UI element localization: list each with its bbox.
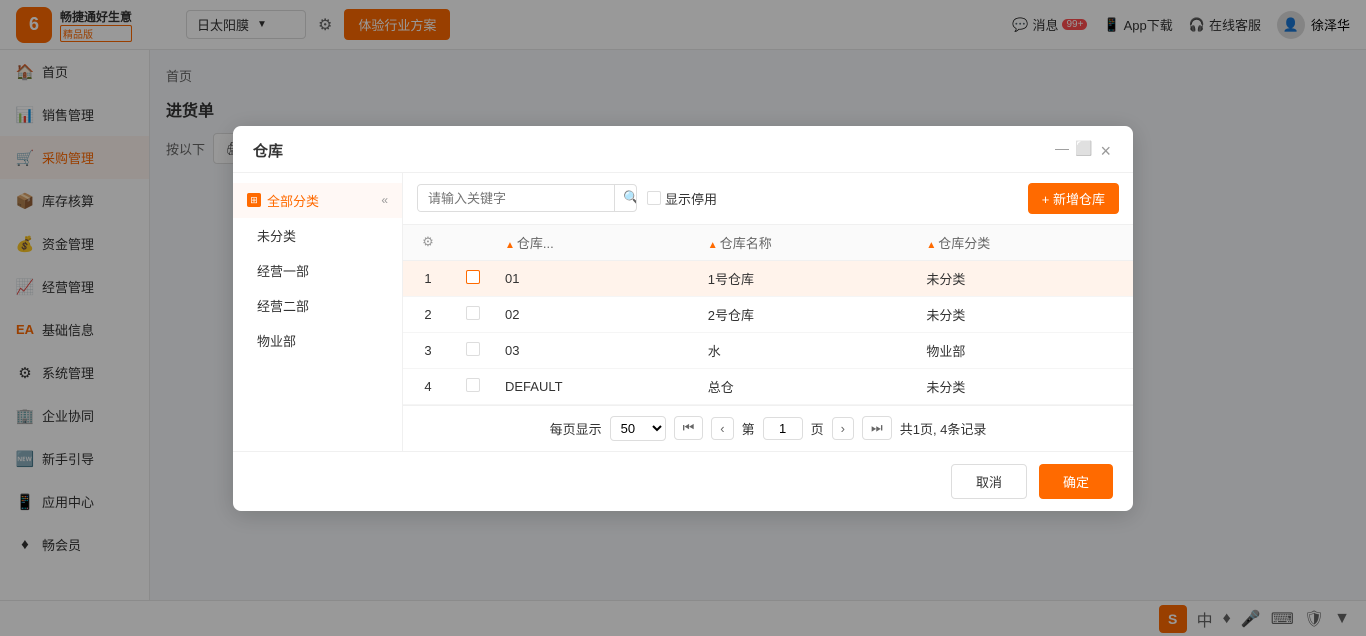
row-checkbox[interactable] [466,270,480,284]
td-name: 2号仓库 [696,296,915,332]
maximize-icon[interactable]: ⬜ [1075,140,1092,162]
td-num: 4 [403,368,453,404]
data-table: ⚙ ▲仓库... ▲仓库名称 ▲仓库分类 1 01 [403,225,1133,405]
modal-body: ⊞ 全部分类 « 未分类 经营一部 经营二部 物业部 🔍 [233,173,1133,451]
search-button[interactable]: 🔍 [614,185,637,211]
add-warehouse-button[interactable]: + 新增仓库 [1028,183,1119,214]
td-category: 未分类 [914,368,1133,404]
th-name[interactable]: ▲仓库名称 [696,225,915,261]
total-info: 共1页, 4条记录 [900,419,987,438]
table-row[interactable]: 3 03 水 物业部 [403,332,1133,368]
th-category[interactable]: ▲仓库分类 [914,225,1133,261]
sort-code-icon: ▲ [505,240,515,251]
table-header-row: ⚙ ▲仓库... ▲仓库名称 ▲仓库分类 [403,225,1133,261]
search-input[interactable] [418,186,614,211]
td-category: 未分类 [914,296,1133,332]
td-name: 水 [696,332,915,368]
per-page-select[interactable]: 50 20 100 [610,416,666,441]
category-all-item[interactable]: ⊞ 全部分类 « [233,183,402,218]
row-checkbox[interactable] [466,342,480,356]
cancel-button[interactable]: 取消 [951,464,1027,499]
td-category: 未分类 [914,260,1133,296]
show-disabled-checkbox[interactable] [647,191,661,205]
th-settings[interactable]: ⚙ [403,225,453,261]
td-num: 2 [403,296,453,332]
first-page-button[interactable]: ⏮ [674,416,704,440]
warehouse-modal: 仓库 — ⬜ × ⊞ 全部分类 « 未分类 经营一部 经营二部 物业部 [233,126,1133,511]
page-label: 第 [742,419,755,438]
row-checkbox[interactable] [466,306,480,320]
td-code: 02 [493,296,696,332]
last-page-button[interactable]: ⏭ [862,416,892,440]
prev-page-button[interactable]: ‹ [711,417,733,440]
collapse-icon[interactable]: « [381,193,388,207]
td-num: 3 [403,332,453,368]
table-toolbar: 🔍 显示停用 + 新增仓库 [403,173,1133,225]
pagination-bar: 每页显示 50 20 100 ⏮ ‹ 第 页 › ⏭ 共1页, 4条记录 [403,405,1133,451]
category-all-label: 全部分类 [267,191,319,210]
category-panel: ⊞ 全部分类 « 未分类 经营一部 经营二部 物业部 [233,173,403,451]
next-page-button[interactable]: › [832,417,854,440]
td-code: 01 [493,260,696,296]
td-num: 1 [403,260,453,296]
td-check[interactable] [453,368,493,404]
show-disabled-label[interactable]: 显示停用 [647,189,717,208]
sort-category-icon: ▲ [926,240,936,251]
modal-header: 仓库 — ⬜ × [233,126,1133,173]
category-item-property[interactable]: 物业部 [233,323,402,358]
page-input[interactable] [763,417,803,440]
td-code: 03 [493,332,696,368]
search-input-wrap: 🔍 [417,184,637,212]
td-category: 物业部 [914,332,1133,368]
category-item-op2[interactable]: 经营二部 [233,288,402,323]
window-controls: — ⬜ × [1055,140,1113,162]
td-check[interactable] [453,332,493,368]
row-checkbox[interactable] [466,378,480,392]
table-row[interactable]: 1 01 1号仓库 未分类 [403,260,1133,296]
minimize-icon[interactable]: — [1055,140,1069,162]
close-icon[interactable]: × [1098,140,1113,162]
modal-footer: 取消 确定 [233,451,1133,511]
th-code[interactable]: ▲仓库... [493,225,696,261]
td-name: 1号仓库 [696,260,915,296]
td-code: DEFAULT [493,368,696,404]
sort-name-icon: ▲ [708,240,718,251]
confirm-button[interactable]: 确定 [1039,464,1113,499]
td-check[interactable] [453,260,493,296]
modal-overlay: 仓库 — ⬜ × ⊞ 全部分类 « 未分类 经营一部 经营二部 物业部 [0,0,1366,636]
table-row[interactable]: 2 02 2号仓库 未分类 [403,296,1133,332]
category-item-unclassified[interactable]: 未分类 [233,218,402,253]
category-item-op1[interactable]: 经营一部 [233,253,402,288]
td-name: 总仓 [696,368,915,404]
page-unit: 页 [811,419,824,438]
per-page-label: 每页显示 [550,419,602,438]
warehouse-table: ⚙ ▲仓库... ▲仓库名称 ▲仓库分类 1 01 [403,225,1133,405]
table-panel: 🔍 显示停用 + 新增仓库 ⚙ [403,173,1133,451]
table-row[interactable]: 4 DEFAULT 总仓 未分类 [403,368,1133,404]
th-checkbox [453,225,493,261]
category-grid-icon: ⊞ [247,193,261,207]
td-check[interactable] [453,296,493,332]
modal-title: 仓库 [253,140,283,161]
